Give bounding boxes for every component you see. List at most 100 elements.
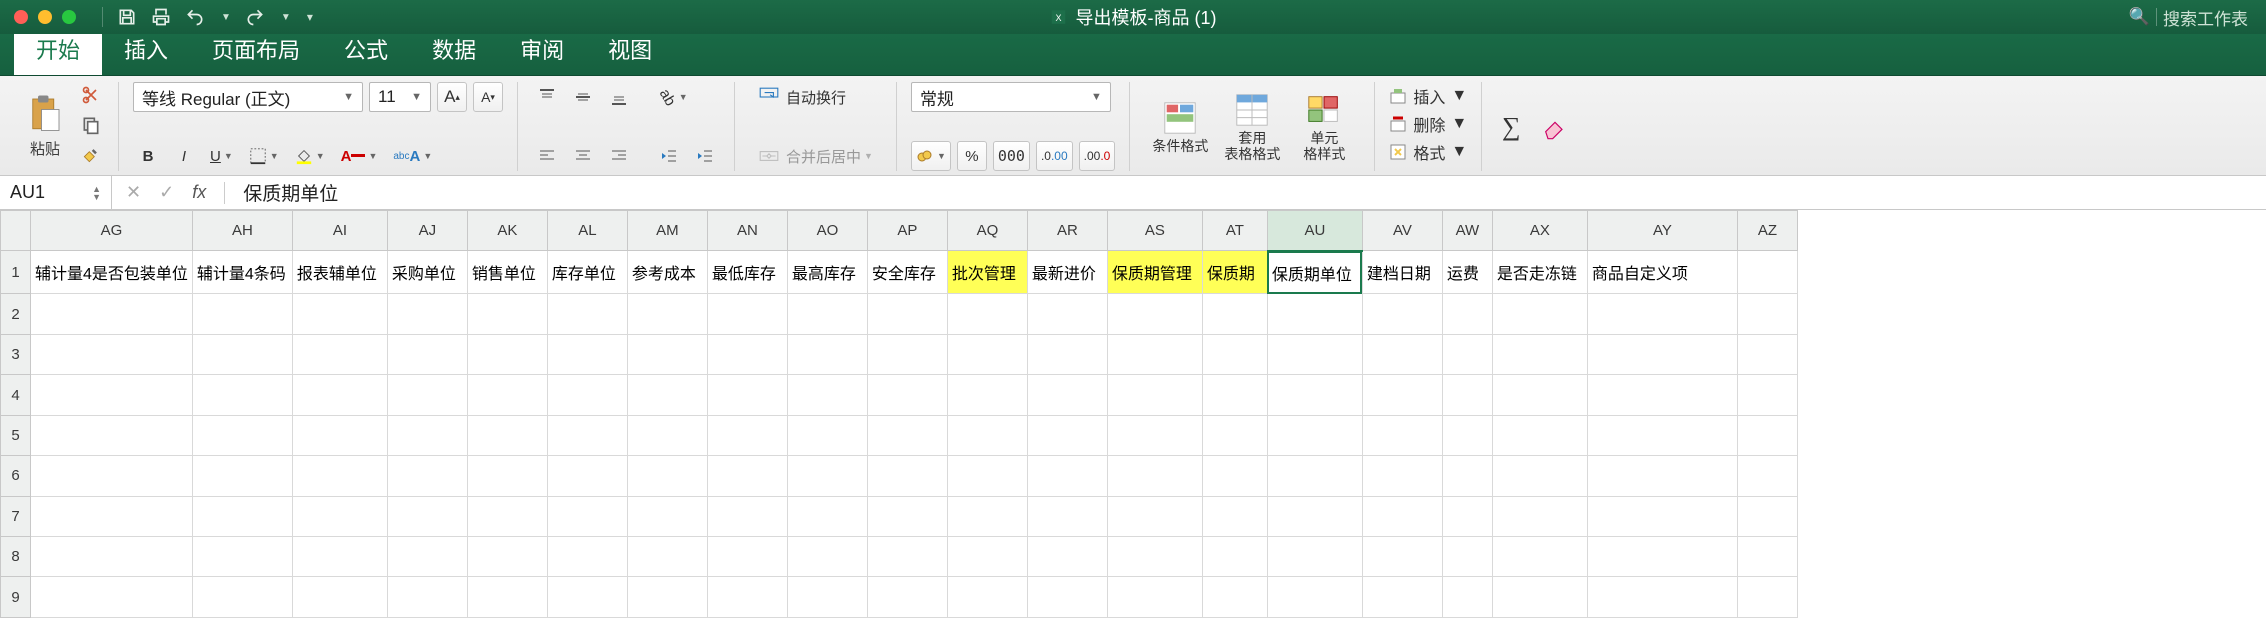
cell-AJ2[interactable]: [387, 294, 467, 334]
cell-AU9[interactable]: [1267, 577, 1362, 618]
cell-AT4[interactable]: [1202, 375, 1267, 415]
cell-AI3[interactable]: [292, 334, 387, 374]
cell-AQ7[interactable]: [947, 496, 1027, 536]
cell-AS5[interactable]: [1107, 415, 1202, 455]
cell-AY3[interactable]: [1587, 334, 1737, 374]
cell-AX6[interactable]: [1492, 456, 1587, 496]
column-header-AI[interactable]: AI: [292, 211, 387, 251]
cell-AQ6[interactable]: [947, 456, 1027, 496]
cell-AU3[interactable]: [1267, 334, 1362, 374]
column-header-AT[interactable]: AT: [1202, 211, 1267, 251]
row-header-8[interactable]: 8: [1, 537, 31, 577]
name-box-spinner[interactable]: ▲▼: [92, 185, 101, 201]
cell-AO8[interactable]: [787, 537, 867, 577]
cell-AL9[interactable]: [547, 577, 627, 618]
cell-AH3[interactable]: [192, 334, 292, 374]
cell-AL4[interactable]: [547, 375, 627, 415]
cell-AQ4[interactable]: [947, 375, 1027, 415]
cell-AH4[interactable]: [192, 375, 292, 415]
cell-AL1[interactable]: 库存单位: [547, 251, 627, 294]
cell-AU1[interactable]: 保质期单位: [1267, 251, 1362, 294]
shrink-font-button[interactable]: A▾: [473, 82, 503, 112]
cell-AG7[interactable]: [31, 496, 193, 536]
cell-AY1[interactable]: 商品自定义项: [1587, 251, 1737, 294]
cell-AZ3[interactable]: [1737, 334, 1797, 374]
cell-AU7[interactable]: [1267, 496, 1362, 536]
column-header-AJ[interactable]: AJ: [387, 211, 467, 251]
cell-AZ9[interactable]: [1737, 577, 1797, 618]
row-header-9[interactable]: 9: [1, 577, 31, 618]
bold-button[interactable]: B: [133, 141, 163, 171]
cell-AZ6[interactable]: [1737, 456, 1797, 496]
cell-AP5[interactable]: [867, 415, 947, 455]
comma-button[interactable]: 000: [993, 141, 1030, 171]
row-header-3[interactable]: 3: [1, 334, 31, 374]
paste-button[interactable]: 粘贴: [24, 92, 66, 159]
cell-AS6[interactable]: [1107, 456, 1202, 496]
cell-AW3[interactable]: [1442, 334, 1492, 374]
underline-button[interactable]: U▼: [205, 141, 238, 171]
column-header-AP[interactable]: AP: [867, 211, 947, 251]
cell-AI2[interactable]: [292, 294, 387, 334]
cell-AK1[interactable]: 销售单位: [467, 251, 547, 294]
cancel-icon[interactable]: ✕: [126, 182, 141, 203]
cell-AN9[interactable]: [707, 577, 787, 618]
cell-AK2[interactable]: [467, 294, 547, 334]
cell-AT7[interactable]: [1202, 496, 1267, 536]
cell-AZ1[interactable]: [1737, 251, 1797, 294]
cell-AT5[interactable]: [1202, 415, 1267, 455]
cell-AL3[interactable]: [547, 334, 627, 374]
cell-AL6[interactable]: [547, 456, 627, 496]
cell-AT8[interactable]: [1202, 537, 1267, 577]
column-header-AV[interactable]: AV: [1362, 211, 1442, 251]
row-header-2[interactable]: 2: [1, 294, 31, 334]
spreadsheet-grid[interactable]: AGAHAIAJAKALAMANAOAPAQARASATAUAVAWAXAYAZ…: [0, 210, 2266, 618]
cell-AY4[interactable]: [1587, 375, 1737, 415]
align-left-button[interactable]: [532, 141, 562, 171]
select-all-corner[interactable]: [1, 211, 31, 251]
column-header-AZ[interactable]: AZ: [1737, 211, 1797, 251]
cell-AW2[interactable]: [1442, 294, 1492, 334]
cell-AG5[interactable]: [31, 415, 193, 455]
font-color-button[interactable]: A▼: [336, 141, 383, 171]
cell-AN2[interactable]: [707, 294, 787, 334]
fill-color-button[interactable]: ▼: [290, 141, 330, 171]
cell-AK7[interactable]: [467, 496, 547, 536]
column-header-AW[interactable]: AW: [1442, 211, 1492, 251]
cell-AZ7[interactable]: [1737, 496, 1797, 536]
italic-button[interactable]: I: [169, 141, 199, 171]
cell-AX1[interactable]: 是否走冻链: [1492, 251, 1587, 294]
cell-AS4[interactable]: [1107, 375, 1202, 415]
cell-AK4[interactable]: [467, 375, 547, 415]
row-header-1[interactable]: 1: [1, 251, 31, 294]
cell-AS7[interactable]: [1107, 496, 1202, 536]
cell-AK6[interactable]: [467, 456, 547, 496]
formula-value[interactable]: 保质期单位: [243, 179, 338, 206]
customize-qat-icon[interactable]: ▾: [307, 10, 313, 24]
cell-AL8[interactable]: [547, 537, 627, 577]
cell-AJ6[interactable]: [387, 456, 467, 496]
cell-AW1[interactable]: 运费: [1442, 251, 1492, 294]
cell-AV8[interactable]: [1362, 537, 1442, 577]
cell-AK3[interactable]: [467, 334, 547, 374]
column-header-AK[interactable]: AK: [467, 211, 547, 251]
cell-AP7[interactable]: [867, 496, 947, 536]
cell-AS2[interactable]: [1107, 294, 1202, 334]
cell-AS8[interactable]: [1107, 537, 1202, 577]
cell-AO1[interactable]: 最高库存: [787, 251, 867, 294]
column-header-AM[interactable]: AM: [627, 211, 707, 251]
cell-AR5[interactable]: [1027, 415, 1107, 455]
cell-AW9[interactable]: [1442, 577, 1492, 618]
cell-AY8[interactable]: [1587, 537, 1737, 577]
font-name-combo[interactable]: 等线 Regular (正文)▼: [133, 82, 363, 112]
decrease-indent-button[interactable]: [654, 141, 684, 171]
cell-AX5[interactable]: [1492, 415, 1587, 455]
cell-AP4[interactable]: [867, 375, 947, 415]
cut-button[interactable]: [78, 82, 104, 108]
cell-AN3[interactable]: [707, 334, 787, 374]
cell-AN1[interactable]: 最低库存: [707, 251, 787, 294]
cell-AQ9[interactable]: [947, 577, 1027, 618]
cell-AJ9[interactable]: [387, 577, 467, 618]
clear-button[interactable]: [1536, 112, 1574, 142]
cell-AG8[interactable]: [31, 537, 193, 577]
